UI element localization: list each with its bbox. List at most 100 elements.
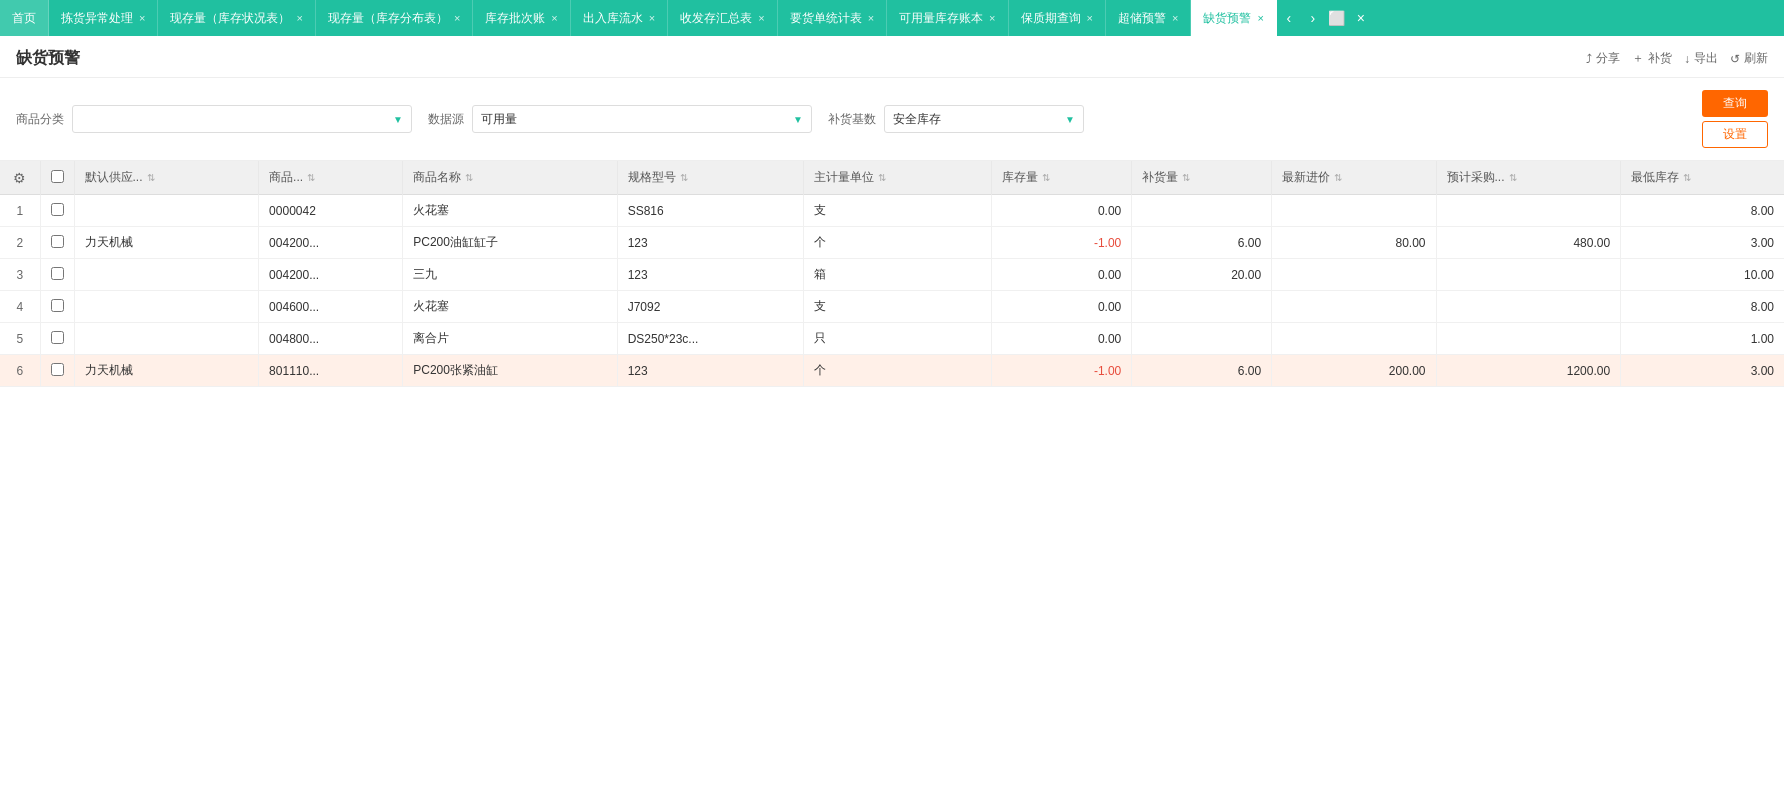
- goods-code-cell: 004200...: [259, 227, 403, 259]
- tab-close-icon[interactable]: ×: [551, 12, 557, 24]
- supplier-cell: [74, 323, 259, 355]
- sort-goods-code-icon: ⇅: [307, 172, 315, 183]
- th-checkbox[interactable]: [40, 161, 74, 195]
- goods-name-cell: 火花塞: [403, 291, 617, 323]
- replenish-basis-value: 安全库存: [893, 111, 941, 128]
- tab-stock-dist[interactable]: 现存量（库存分布表） ×: [316, 0, 473, 36]
- category-select[interactable]: ▼: [72, 105, 412, 133]
- select-all-checkbox[interactable]: [51, 170, 64, 183]
- tab-next-btn[interactable]: ›: [1301, 0, 1325, 36]
- th-goods-code[interactable]: 商品... ⇅: [259, 161, 403, 195]
- tab-close-icon[interactable]: ×: [454, 12, 460, 24]
- export-action[interactable]: ↓ 导出: [1684, 50, 1718, 67]
- th-gear[interactable]: ⚙: [0, 161, 40, 195]
- query-button[interactable]: 查询: [1702, 90, 1768, 117]
- datasource-select[interactable]: 可用量 ▼: [472, 105, 812, 133]
- table-header-row: ⚙ 默认供应... ⇅ 商品: [0, 161, 1784, 195]
- replenish-basis-select[interactable]: 安全库存 ▼: [884, 105, 1084, 133]
- row-checkbox[interactable]: [51, 267, 64, 280]
- th-spec[interactable]: 规格型号 ⇅: [617, 161, 803, 195]
- tab-stock-status[interactable]: 现存量（库存状况表） ×: [158, 0, 315, 36]
- row-checkbox[interactable]: [51, 363, 64, 376]
- row-checkbox-cell[interactable]: [40, 291, 74, 323]
- row-checkbox-cell[interactable]: [40, 323, 74, 355]
- tab-expiry[interactable]: 保质期查询 ×: [1009, 0, 1106, 36]
- spec-cell: 123: [617, 227, 803, 259]
- tab-close-icon[interactable]: ×: [989, 12, 995, 24]
- tab-overstock[interactable]: 超储预警 ×: [1106, 0, 1191, 36]
- refresh-icon: ↺: [1730, 52, 1740, 66]
- tab-prev-btn[interactable]: ‹: [1277, 0, 1301, 36]
- tab-label: 缺货预警: [1203, 10, 1251, 27]
- row-num-cell: 2: [0, 227, 40, 259]
- refresh-action[interactable]: ↺ 刷新: [1730, 50, 1768, 67]
- tab-close-icon[interactable]: ×: [868, 12, 874, 24]
- latest-price-cell: 200.00: [1272, 355, 1436, 387]
- tab-bar: 首页 拣货异常处理 × 现存量（库存状况表） × 现存量（库存分布表） × 库存…: [0, 0, 1784, 36]
- table-row: 2 力天机械 004200... PC200油缸缸子 123 个 -1.00 6…: [0, 227, 1784, 259]
- tab-available[interactable]: 可用量库存账本 ×: [887, 0, 1008, 36]
- th-unit[interactable]: 主计量单位 ⇅: [803, 161, 992, 195]
- stock-qty-cell: -1.00: [992, 355, 1132, 387]
- column-settings-icon[interactable]: ⚙: [13, 170, 26, 186]
- tab-close-icon[interactable]: ×: [139, 12, 145, 24]
- row-checkbox[interactable]: [51, 235, 64, 248]
- unit-cell: 个: [803, 355, 992, 387]
- category-label: 商品分类: [16, 111, 64, 128]
- unit-cell: 个: [803, 227, 992, 259]
- row-num-cell: 1: [0, 195, 40, 227]
- row-checkbox-cell[interactable]: [40, 195, 74, 227]
- datasource-filter-group: 数据源 可用量 ▼: [428, 105, 812, 133]
- replenish-qty-cell: [1132, 195, 1272, 227]
- th-supplier-label: 默认供应...: [85, 169, 143, 186]
- tab-close-icon[interactable]: ×: [1087, 12, 1093, 24]
- settings-button[interactable]: 设置: [1702, 121, 1768, 148]
- row-checkbox[interactable]: [51, 203, 64, 216]
- tab-label: 库存批次账: [485, 10, 545, 27]
- row-checkbox[interactable]: [51, 331, 64, 344]
- share-action[interactable]: ⤴ 分享: [1586, 50, 1620, 67]
- tab-close-icon[interactable]: ×: [1172, 12, 1178, 24]
- row-num-cell: 3: [0, 259, 40, 291]
- unit-cell: 支: [803, 195, 992, 227]
- table-container: ⚙ 默认供应... ⇅ 商品: [0, 161, 1784, 387]
- export-label: 导出: [1694, 50, 1718, 67]
- goods-name-cell: 三九: [403, 259, 617, 291]
- data-table: ⚙ 默认供应... ⇅ 商品: [0, 161, 1784, 387]
- tab-abnormal[interactable]: 拣货异常处理 ×: [49, 0, 158, 36]
- row-checkbox-cell[interactable]: [40, 227, 74, 259]
- tab-close-icon[interactable]: ×: [758, 12, 764, 24]
- tab-shortage[interactable]: 缺货预警 ×: [1191, 0, 1276, 36]
- th-replenish-qty[interactable]: 补货量 ⇅: [1132, 161, 1272, 195]
- tab-close-icon[interactable]: ×: [296, 12, 302, 24]
- tab-demand[interactable]: 要货单统计表 ×: [778, 0, 887, 36]
- th-min-stock[interactable]: 最低库存 ⇅: [1621, 161, 1784, 195]
- window-restore-btn[interactable]: ⬜: [1325, 0, 1349, 36]
- spec-cell: 123: [617, 355, 803, 387]
- est-purchase-cell: [1436, 323, 1621, 355]
- row-checkbox-cell[interactable]: [40, 259, 74, 291]
- sort-spec-icon: ⇅: [680, 172, 688, 183]
- supplier-cell: [74, 291, 259, 323]
- tab-batch[interactable]: 库存批次账 ×: [473, 0, 570, 36]
- th-stock-qty[interactable]: 库存量 ⇅: [992, 161, 1132, 195]
- goods-name-cell: PC200张紧油缸: [403, 355, 617, 387]
- th-est-purchase[interactable]: 预计采购... ⇅: [1436, 161, 1621, 195]
- th-goods-name[interactable]: 商品名称 ⇅: [403, 161, 617, 195]
- replenish-action[interactable]: ＋ 补货: [1632, 50, 1672, 67]
- tab-label: 现存量（库存状况表）: [170, 10, 290, 27]
- goods-code-cell: 801110...: [259, 355, 403, 387]
- tab-receipt[interactable]: 收发存汇总表 ×: [668, 0, 777, 36]
- share-icon: ⤴: [1586, 52, 1592, 66]
- row-checkbox[interactable]: [51, 299, 64, 312]
- min-stock-cell: 8.00: [1621, 195, 1784, 227]
- th-latest-price[interactable]: 最新进价 ⇅: [1272, 161, 1436, 195]
- est-purchase-cell: 480.00: [1436, 227, 1621, 259]
- tab-home[interactable]: 首页: [0, 0, 49, 36]
- tab-close-icon[interactable]: ×: [1257, 12, 1263, 24]
- window-close-btn[interactable]: ×: [1349, 0, 1373, 36]
- tab-inout[interactable]: 出入库流水 ×: [571, 0, 668, 36]
- row-checkbox-cell[interactable]: [40, 355, 74, 387]
- tab-close-icon[interactable]: ×: [649, 12, 655, 24]
- th-supplier[interactable]: 默认供应... ⇅: [74, 161, 259, 195]
